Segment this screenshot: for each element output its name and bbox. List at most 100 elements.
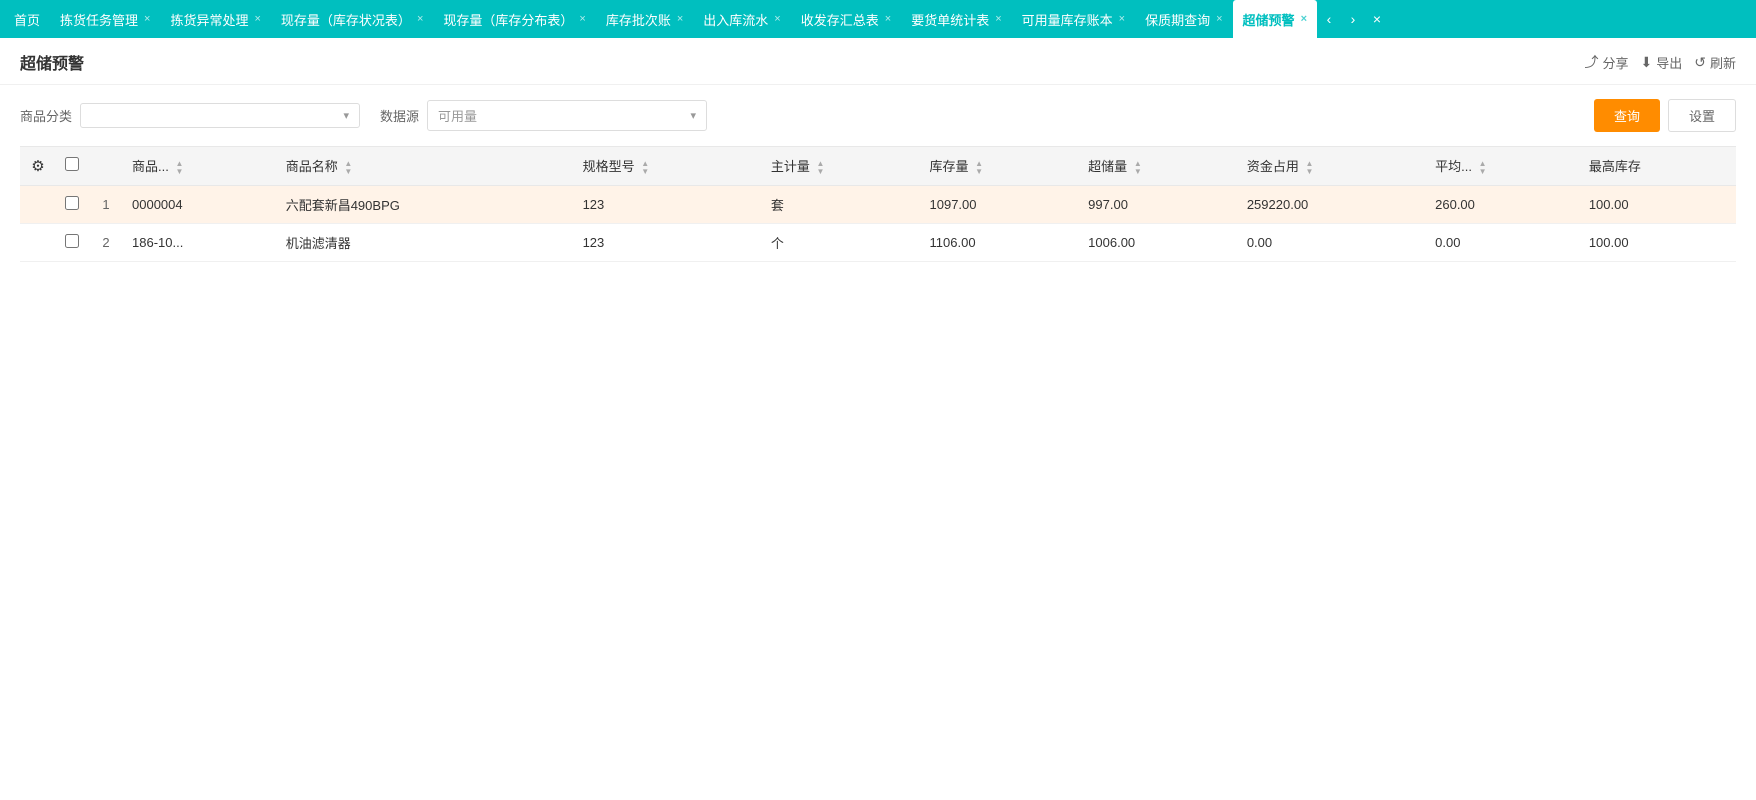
settings-button[interactable]: 设置 (1668, 99, 1736, 132)
tab-order-stats[interactable]: 要货单统计表 × (901, 0, 1011, 38)
col-checkbox-header (56, 147, 88, 186)
row-number: 1 (88, 185, 124, 223)
tab-task-mgmt-label: 拣货任务管理 (60, 10, 138, 29)
col-spec[interactable]: 规格型号 ▲▼ (575, 147, 763, 186)
tab-inout-flow[interactable]: 出入库流水 × (693, 0, 790, 38)
col-stock-sort-icon: ▲▼ (975, 160, 983, 176)
export-button[interactable]: ⬇ 导出 (1641, 53, 1683, 72)
table-body: 1 0000004 六配套新昌490BPG 123 套 1097.00 997.… (20, 185, 1736, 261)
row-stock: 1106.00 (922, 223, 1081, 261)
tab-home[interactable]: 首页 (4, 0, 50, 38)
nav-next-arrow[interactable]: › (1341, 0, 1365, 38)
col-avg[interactable]: 平均... ▲▼ (1427, 147, 1581, 186)
tab-overstock-alert[interactable]: 超储预警 × (1233, 0, 1317, 38)
tab-collect-summary-close[interactable]: × (885, 13, 891, 25)
tab-home-label: 首页 (14, 10, 40, 29)
export-label: 导出 (1656, 53, 1682, 72)
tab-available-ledger-label: 可用量库存账本 (1022, 10, 1113, 29)
row-checkbox-cell (56, 223, 88, 261)
col-max-stock: 最高库存 (1581, 147, 1736, 186)
row-gear-cell (20, 185, 56, 223)
tab-inventory-status[interactable]: 现存量（库存状况表） × (271, 0, 433, 38)
col-max-stock-label: 最高库存 (1589, 159, 1641, 174)
col-product-code[interactable]: 商品... ▲▼ (124, 147, 278, 186)
table-header-row: ⚙ 商品... ▲▼ 商品名称 ▲▼ 规格型号 (20, 147, 1736, 186)
row-product-name: 机油滤清器 (278, 223, 575, 261)
col-stock[interactable]: 库存量 ▲▼ (922, 147, 1081, 186)
top-navigation: 首页 拣货任务管理 × 拣货异常处理 × 现存量（库存状况表） × 现存量（库存… (0, 0, 1756, 38)
data-table-container: ⚙ 商品... ▲▼ 商品名称 ▲▼ 规格型号 (0, 146, 1756, 262)
table-row: 2 186-10... 机油滤清器 123 个 1106.00 1006.00 … (20, 223, 1736, 261)
tab-quality-check[interactable]: 保质期查询 × (1135, 0, 1232, 38)
col-overstock-label: 超储量 (1088, 159, 1127, 174)
datasource-chevron-down-icon: ▾ (691, 109, 697, 122)
tab-batch-label: 库存批次账 (606, 10, 671, 29)
row-spec: 123 (575, 223, 763, 261)
tab-batch[interactable]: 库存批次账 × (596, 0, 693, 38)
row-number: 2 (88, 223, 124, 261)
tab-quality-check-close[interactable]: × (1216, 13, 1222, 25)
tab-task-mgmt[interactable]: 拣货任务管理 × (50, 0, 160, 38)
nav-prev-arrow[interactable]: ‹ (1317, 0, 1341, 38)
tab-overstock-alert-label: 超储预警 (1243, 10, 1295, 29)
col-unit-label: 主计量 (771, 159, 810, 174)
col-capital-usage[interactable]: 资金占用 ▲▼ (1239, 147, 1427, 186)
filter-bar: 商品分类 ▾ 数据源 可用量 ▾ 查询 设置 (0, 85, 1756, 146)
row-overstock: 997.00 (1080, 185, 1239, 223)
gear-icon[interactable]: ⚙ (31, 158, 44, 175)
col-capital-usage-label: 资金占用 (1247, 159, 1299, 174)
row-checkbox[interactable] (65, 196, 79, 210)
tab-overstock-alert-close[interactable]: × (1301, 13, 1307, 25)
tab-order-stats-close[interactable]: × (995, 13, 1001, 25)
share-button[interactable]: ⤴ 分享 (1584, 52, 1628, 72)
row-max-stock: 100.00 (1581, 185, 1736, 223)
col-spec-label: 规格型号 (583, 159, 635, 174)
tab-abnormal-close[interactable]: × (254, 13, 260, 25)
tab-inventory-status-close[interactable]: × (417, 13, 423, 25)
nav-close-arrow[interactable]: × (1365, 0, 1389, 38)
tab-abnormal[interactable]: 拣货异常处理 × (160, 0, 270, 38)
tab-inout-flow-close[interactable]: × (774, 13, 780, 25)
tab-inventory-dist[interactable]: 现存量（库存分布表） × (433, 0, 595, 38)
row-max-stock: 100.00 (1581, 223, 1736, 261)
col-row-num (88, 147, 124, 186)
tab-available-ledger-close[interactable]: × (1119, 13, 1125, 25)
col-overstock[interactable]: 超储量 ▲▼ (1080, 147, 1239, 186)
col-product-code-label: 商品... (132, 159, 169, 174)
data-table: ⚙ 商品... ▲▼ 商品名称 ▲▼ 规格型号 (20, 146, 1736, 262)
row-product-name: 六配套新昌490BPG (278, 185, 575, 223)
share-icon: ⤴ (1584, 52, 1598, 72)
row-capital-usage: 0.00 (1239, 223, 1427, 261)
table-row: 1 0000004 六配套新昌490BPG 123 套 1097.00 997.… (20, 185, 1736, 223)
tab-quality-check-label: 保质期查询 (1145, 10, 1210, 29)
row-unit: 套 (763, 185, 922, 223)
tab-available-ledger[interactable]: 可用量库存账本 × (1012, 0, 1135, 38)
tab-collect-summary[interactable]: 收发存汇总表 × (791, 0, 901, 38)
col-gear: ⚙ (20, 147, 56, 186)
datasource-select[interactable]: 可用量 ▾ (427, 100, 707, 131)
refresh-button[interactable]: ↺ 刷新 (1694, 53, 1736, 72)
col-overstock-sort-icon: ▲▼ (1134, 160, 1142, 176)
refresh-label: 刷新 (1710, 53, 1736, 72)
share-label: 分享 (1602, 53, 1628, 72)
col-unit[interactable]: 主计量 ▲▼ (763, 147, 922, 186)
category-select[interactable]: ▾ (80, 103, 360, 128)
col-product-code-sort-icon: ▲▼ (175, 160, 183, 176)
refresh-icon: ↺ (1694, 54, 1706, 71)
row-product-code: 0000004 (124, 185, 278, 223)
filter-actions: 查询 设置 (1594, 99, 1736, 132)
category-chevron-down-icon: ▾ (343, 109, 349, 122)
page-title: 超储预警 (20, 50, 84, 74)
row-avg: 260.00 (1427, 185, 1581, 223)
tab-inventory-dist-label: 现存量（库存分布表） (443, 10, 573, 29)
row-checkbox[interactable] (65, 234, 79, 248)
query-button[interactable]: 查询 (1594, 99, 1660, 132)
col-avg-sort-icon: ▲▼ (1479, 160, 1487, 176)
tab-batch-close[interactable]: × (677, 13, 683, 25)
tab-task-mgmt-close[interactable]: × (144, 13, 150, 25)
category-filter: 商品分类 ▾ (20, 103, 360, 128)
col-product-name-label: 商品名称 (286, 159, 338, 174)
col-product-name[interactable]: 商品名称 ▲▼ (278, 147, 575, 186)
select-all-checkbox[interactable] (65, 157, 79, 171)
tab-inventory-dist-close[interactable]: × (579, 13, 585, 25)
